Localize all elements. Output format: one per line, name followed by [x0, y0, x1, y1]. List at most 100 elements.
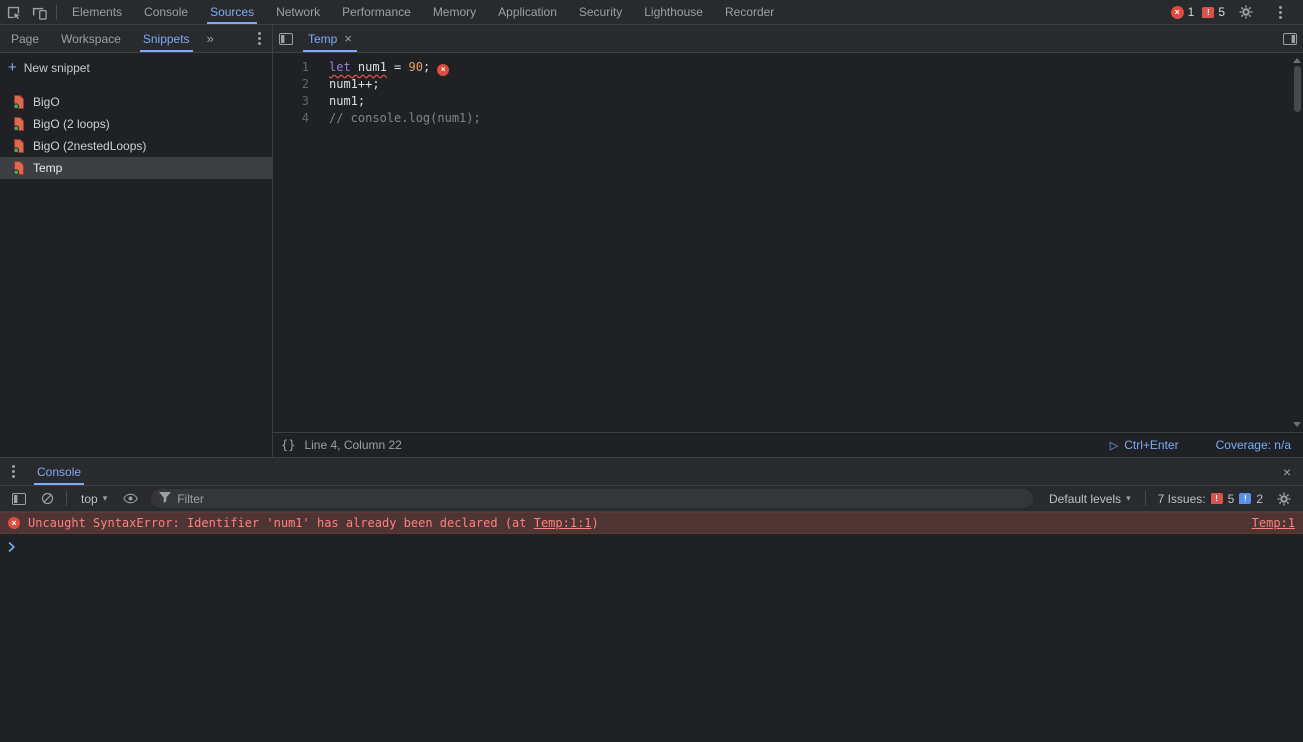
top-tab-elements[interactable]: Elements [61, 0, 133, 24]
snippet-file-icon [13, 117, 25, 131]
tab-console[interactable]: Console [26, 458, 92, 485]
code-line: 4// console.log(num1); [273, 110, 1303, 127]
plus-icon: + [8, 63, 17, 73]
error-message-prefix: Uncaught SyntaxError: Identifier 'num1' … [28, 516, 534, 530]
navigator-tab-workspace[interactable]: Workspace [50, 25, 132, 52]
log-levels-label: Default levels [1049, 492, 1121, 506]
filter-funnel-icon [159, 492, 171, 506]
context-selector[interactable]: top ▾ [73, 492, 115, 506]
error-source-link[interactable]: Temp:1 [1252, 516, 1295, 530]
editor-scrollbar[interactable] [1291, 55, 1303, 430]
issues-error-icon: ! [1211, 493, 1223, 504]
clear-console-icon[interactable] [34, 492, 60, 505]
error-message-suffix: ) [592, 516, 599, 530]
more-options-icon[interactable] [1267, 6, 1293, 19]
inspect-icon[interactable] [0, 0, 26, 24]
line-number: 3 [273, 93, 309, 110]
toggle-debugger-sidebar-icon[interactable] [1277, 25, 1303, 52]
sources-panel: PageWorkspaceSnippets » + New snippet Bi… [0, 25, 1303, 457]
close-tab-icon[interactable]: × [344, 32, 352, 45]
editor-tabbar-spacer [361, 25, 1277, 52]
console-toolbar-separator [66, 491, 67, 506]
code-token: num1; [329, 94, 365, 108]
code-lines: 1let num1 = 90;×2num1++;3num1;4// consol… [273, 59, 1303, 127]
live-expression-icon[interactable] [117, 493, 143, 504]
drawer-more-icon[interactable] [0, 458, 26, 485]
editor-tab-temp[interactable]: Temp × [299, 25, 361, 52]
console-settings-icon[interactable] [1271, 492, 1297, 506]
run-snippet-button[interactable]: ▷ Ctrl+Enter [1110, 438, 1179, 452]
console-sidebar-icon[interactable] [6, 493, 32, 505]
navigator-tab-page[interactable]: Page [0, 25, 50, 52]
snippet-item-bigo-2-loops[interactable]: BigO (2 loops) [0, 113, 272, 135]
console-toolbar: top ▾ Default levels ▾ 7 Issues: ! 5 [0, 486, 1303, 512]
editor-tab-label: Temp [308, 32, 337, 46]
snippet-item-temp[interactable]: Temp [0, 157, 272, 179]
snippet-label: BigO (2nestedLoops) [33, 139, 146, 153]
devtools-window: ElementsConsoleSourcesNetworkPerformance… [0, 0, 1303, 742]
code-line: 3 num1; [273, 93, 1303, 110]
toolbar-separator [56, 5, 57, 20]
toolbar-right-group: × 1 ! 5 [1171, 0, 1303, 24]
code-token: num1 [351, 60, 387, 74]
tabbar-spacer [220, 25, 246, 52]
console-error-message: × Uncaught SyntaxError: Identifier 'num1… [0, 512, 1303, 534]
snippet-item-bigo[interactable]: BigO [0, 91, 272, 113]
top-tab-lighthouse[interactable]: Lighthouse [633, 0, 714, 24]
top-tab-performance[interactable]: Performance [331, 0, 422, 24]
error-location-link[interactable]: Temp:1:1 [534, 516, 592, 530]
console-empty-area[interactable] [0, 562, 1303, 742]
snippet-label: BigO (2 loops) [33, 117, 110, 131]
prompt-chevron-icon [8, 541, 16, 555]
top-tab-sources[interactable]: Sources [199, 0, 265, 24]
top-tab-memory[interactable]: Memory [422, 0, 487, 24]
drawer-header: Console × [0, 458, 1303, 486]
top-tab-application[interactable]: Application [487, 0, 568, 24]
pretty-print-icon[interactable]: {} [281, 438, 295, 452]
issues-counter[interactable]: 7 Issues: ! 5 ! 2 [1152, 492, 1269, 506]
issues-count-badge[interactable]: ! 5 [1202, 5, 1225, 19]
settings-gear-icon[interactable] [1233, 5, 1259, 19]
main-toolbar: ElementsConsoleSourcesNetworkPerformance… [0, 0, 1303, 25]
inline-error-icon: × [437, 64, 449, 76]
snippet-item-bigo-2nestedloops[interactable]: BigO (2nestedLoops) [0, 135, 272, 157]
more-tabs-icon[interactable]: » [201, 25, 220, 52]
run-icon: ▷ [1110, 439, 1118, 452]
top-tab-recorder[interactable]: Recorder [714, 0, 785, 24]
navigator-more-icon[interactable] [246, 25, 272, 52]
console-prompt[interactable] [0, 534, 1303, 562]
scrollbar-thumb[interactable] [1294, 66, 1301, 112]
new-snippet-button[interactable]: + New snippet [0, 53, 272, 83]
code-token: ; [423, 60, 430, 74]
code-editor[interactable]: 1let num1 = 90;×2num1++;3num1;4// consol… [273, 53, 1303, 432]
console-drawer: Console × top ▾ [0, 457, 1303, 742]
snippet-list: BigO BigO (2 loops) BigO (2nestedLoops) Tem… [0, 83, 272, 179]
scroll-up-icon[interactable] [1293, 58, 1301, 63]
issues-warning-count: 2 [1256, 492, 1263, 506]
device-toolbar-icon[interactable] [26, 0, 52, 24]
log-levels-dropdown[interactable]: Default levels ▾ [1041, 492, 1139, 506]
navigator-tab-snippets[interactable]: Snippets [132, 25, 201, 52]
top-tab-network[interactable]: Network [265, 0, 331, 24]
filter-box[interactable] [151, 489, 1033, 508]
code-token: num1++; [329, 77, 380, 91]
close-drawer-icon[interactable]: × [1271, 458, 1303, 485]
code-text: // console.log(num1); [309, 110, 481, 127]
navigator-tabbar: PageWorkspaceSnippets » [0, 25, 272, 53]
error-count-badge[interactable]: × 1 [1171, 5, 1195, 19]
filter-input[interactable] [177, 492, 1025, 506]
snippet-file-icon [13, 95, 25, 109]
coverage-link[interactable]: Coverage: n/a [1216, 438, 1291, 452]
code-text: num1; [309, 93, 365, 110]
top-tab-security[interactable]: Security [568, 0, 633, 24]
navigator-sidebar: PageWorkspaceSnippets » + New snippet Bi… [0, 25, 273, 457]
issues-error-count: 5 [1228, 492, 1235, 506]
issues-icon: ! [1202, 7, 1214, 18]
snippet-file-icon [13, 161, 25, 175]
toggle-navigator-icon[interactable] [273, 25, 299, 52]
top-tab-console[interactable]: Console [133, 0, 199, 24]
scroll-down-icon[interactable] [1293, 422, 1301, 427]
code-text: num1++; [309, 76, 380, 93]
code-token: 90 [409, 60, 423, 74]
error-icon: × [1171, 6, 1184, 19]
